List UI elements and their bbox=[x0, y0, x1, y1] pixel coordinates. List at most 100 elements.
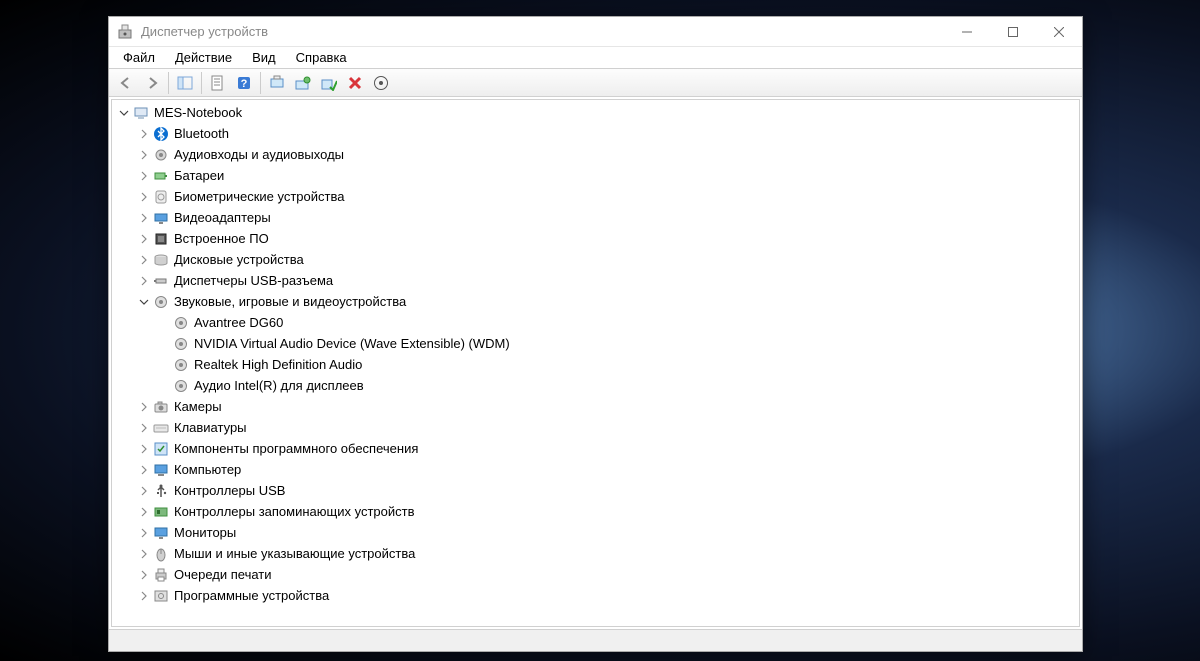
chevron-right-icon[interactable] bbox=[136, 504, 152, 520]
device-category[interactable]: MES-Notebook bbox=[112, 102, 1079, 123]
close-button[interactable] bbox=[1036, 17, 1082, 47]
titlebar: Диспетчер устройств bbox=[109, 17, 1082, 47]
software-device-icon bbox=[152, 588, 170, 604]
toolbar-separator bbox=[168, 72, 169, 94]
chevron-right-icon[interactable] bbox=[136, 567, 152, 583]
statusbar bbox=[109, 629, 1082, 651]
device-category[interactable]: Диспетчеры USB-разъема bbox=[112, 270, 1079, 291]
device-category[interactable]: Bluetooth bbox=[112, 123, 1079, 144]
firmware-icon bbox=[152, 231, 170, 247]
chevron-right-icon[interactable] bbox=[136, 483, 152, 499]
chevron-right-icon[interactable] bbox=[136, 525, 152, 541]
tree-item-label: Видеоадаптеры bbox=[174, 210, 271, 225]
chevron-right-icon[interactable] bbox=[136, 420, 152, 436]
forward-button[interactable] bbox=[140, 71, 164, 95]
chevron-down-icon[interactable] bbox=[136, 294, 152, 310]
battery-icon bbox=[152, 168, 170, 184]
tree-item-label: Встроенное ПО bbox=[174, 231, 269, 246]
device-category[interactable]: Видеоадаптеры bbox=[112, 207, 1079, 228]
tree-item-label: Аудио Intel(R) для дисплеев bbox=[194, 378, 364, 393]
chevron-right-icon[interactable] bbox=[136, 231, 152, 247]
device-category[interactable]: Дисковые устройства bbox=[112, 249, 1079, 270]
display-adapter-icon bbox=[152, 210, 170, 226]
tree-item-label: Компьютер bbox=[174, 462, 241, 477]
tree-item-label: Bluetooth bbox=[174, 126, 229, 141]
device-category[interactable]: Компоненты программного обеспечения bbox=[112, 438, 1079, 459]
scan-hardware-button[interactable] bbox=[265, 71, 289, 95]
chevron-right-icon[interactable] bbox=[136, 588, 152, 604]
svg-text:?: ? bbox=[241, 78, 248, 90]
events-button[interactable] bbox=[369, 71, 393, 95]
chevron-right-icon[interactable] bbox=[136, 168, 152, 184]
device-category[interactable]: Встроенное ПО bbox=[112, 228, 1079, 249]
chevron-right-icon[interactable] bbox=[136, 546, 152, 562]
tree-item-label: Компоненты программного обеспечения bbox=[174, 441, 418, 456]
usb-controller-icon bbox=[152, 483, 170, 499]
enable-device-button[interactable] bbox=[317, 71, 341, 95]
device-category[interactable]: Мониторы bbox=[112, 522, 1079, 543]
sound-device-icon bbox=[172, 336, 190, 352]
menubar: Файл Действие Вид Справка bbox=[109, 47, 1082, 69]
tree-item-label: NVIDIA Virtual Audio Device (Wave Extens… bbox=[194, 336, 510, 351]
maximize-button[interactable] bbox=[990, 17, 1036, 47]
device-leaf[interactable]: NVIDIA Virtual Audio Device (Wave Extens… bbox=[112, 333, 1079, 354]
menu-help[interactable]: Справка bbox=[286, 48, 357, 67]
monitor-icon bbox=[152, 525, 170, 541]
help-button[interactable]: ? bbox=[232, 71, 256, 95]
software-component-icon bbox=[152, 441, 170, 457]
printer-icon bbox=[152, 567, 170, 583]
chevron-right-icon[interactable] bbox=[136, 210, 152, 226]
show-hide-console-tree-button[interactable] bbox=[173, 71, 197, 95]
chevron-down-icon[interactable] bbox=[116, 105, 132, 121]
chevron-right-icon[interactable] bbox=[136, 126, 152, 142]
tree-item-label: Дисковые устройства bbox=[174, 252, 304, 267]
window-title: Диспетчер устройств bbox=[141, 24, 944, 39]
device-category[interactable]: Программные устройства bbox=[112, 585, 1079, 606]
audio-io-icon bbox=[152, 147, 170, 163]
device-category[interactable]: Очереди печати bbox=[112, 564, 1079, 585]
device-category[interactable]: Биометрические устройства bbox=[112, 186, 1079, 207]
chevron-right-icon[interactable] bbox=[136, 189, 152, 205]
device-category[interactable]: Контроллеры запоминающих устройств bbox=[112, 501, 1079, 522]
tree-item-label: Аудиовходы и аудиовыходы bbox=[174, 147, 344, 162]
update-driver-button[interactable] bbox=[291, 71, 315, 95]
device-category[interactable]: Камеры bbox=[112, 396, 1079, 417]
computer-icon bbox=[152, 462, 170, 478]
tree-item-label: Контроллеры запоминающих устройств bbox=[174, 504, 414, 519]
device-leaf[interactable]: Аудио Intel(R) для дисплеев bbox=[112, 375, 1079, 396]
device-tree[interactable]: MES-Notebook Bluetooth Аудиовходы и аудиов… bbox=[112, 100, 1079, 626]
device-leaf[interactable]: Avantree DG60 bbox=[112, 312, 1079, 333]
device-category[interactable]: Батареи bbox=[112, 165, 1079, 186]
device-category[interactable]: Звуковые, игровые и видеоустройства bbox=[112, 291, 1079, 312]
chevron-right-icon[interactable] bbox=[136, 273, 152, 289]
chevron-right-icon[interactable] bbox=[136, 399, 152, 415]
tree-item-label: Программные устройства bbox=[174, 588, 329, 603]
sound-device-icon bbox=[172, 378, 190, 394]
chevron-right-icon[interactable] bbox=[136, 441, 152, 457]
sound-device-icon bbox=[172, 315, 190, 331]
mouse-icon bbox=[152, 546, 170, 562]
device-category[interactable]: Аудиовходы и аудиовыходы bbox=[112, 144, 1079, 165]
device-manager-window: Диспетчер устройств Файл Действие Вид Сп… bbox=[108, 16, 1083, 652]
chevron-right-icon[interactable] bbox=[136, 147, 152, 163]
minimize-button[interactable] bbox=[944, 17, 990, 47]
tree-item-label: Мониторы bbox=[174, 525, 236, 540]
menu-view[interactable]: Вид bbox=[242, 48, 286, 67]
menu-action[interactable]: Действие bbox=[165, 48, 242, 67]
device-category[interactable]: Мыши и иные указывающие устройства bbox=[112, 543, 1079, 564]
menu-file[interactable]: Файл bbox=[113, 48, 165, 67]
properties-button[interactable] bbox=[206, 71, 230, 95]
chevron-right-icon[interactable] bbox=[136, 462, 152, 478]
keyboard-icon bbox=[152, 420, 170, 436]
tree-item-label: Камеры bbox=[174, 399, 222, 414]
usb-connector-icon bbox=[152, 273, 170, 289]
tree-item-label: Realtek High Definition Audio bbox=[194, 357, 362, 372]
device-category[interactable]: Компьютер bbox=[112, 459, 1079, 480]
device-category[interactable]: Контроллеры USB bbox=[112, 480, 1079, 501]
biometric-icon bbox=[152, 189, 170, 205]
device-category[interactable]: Клавиатуры bbox=[112, 417, 1079, 438]
chevron-right-icon[interactable] bbox=[136, 252, 152, 268]
uninstall-device-button[interactable] bbox=[343, 71, 367, 95]
device-leaf[interactable]: Realtek High Definition Audio bbox=[112, 354, 1079, 375]
back-button[interactable] bbox=[114, 71, 138, 95]
